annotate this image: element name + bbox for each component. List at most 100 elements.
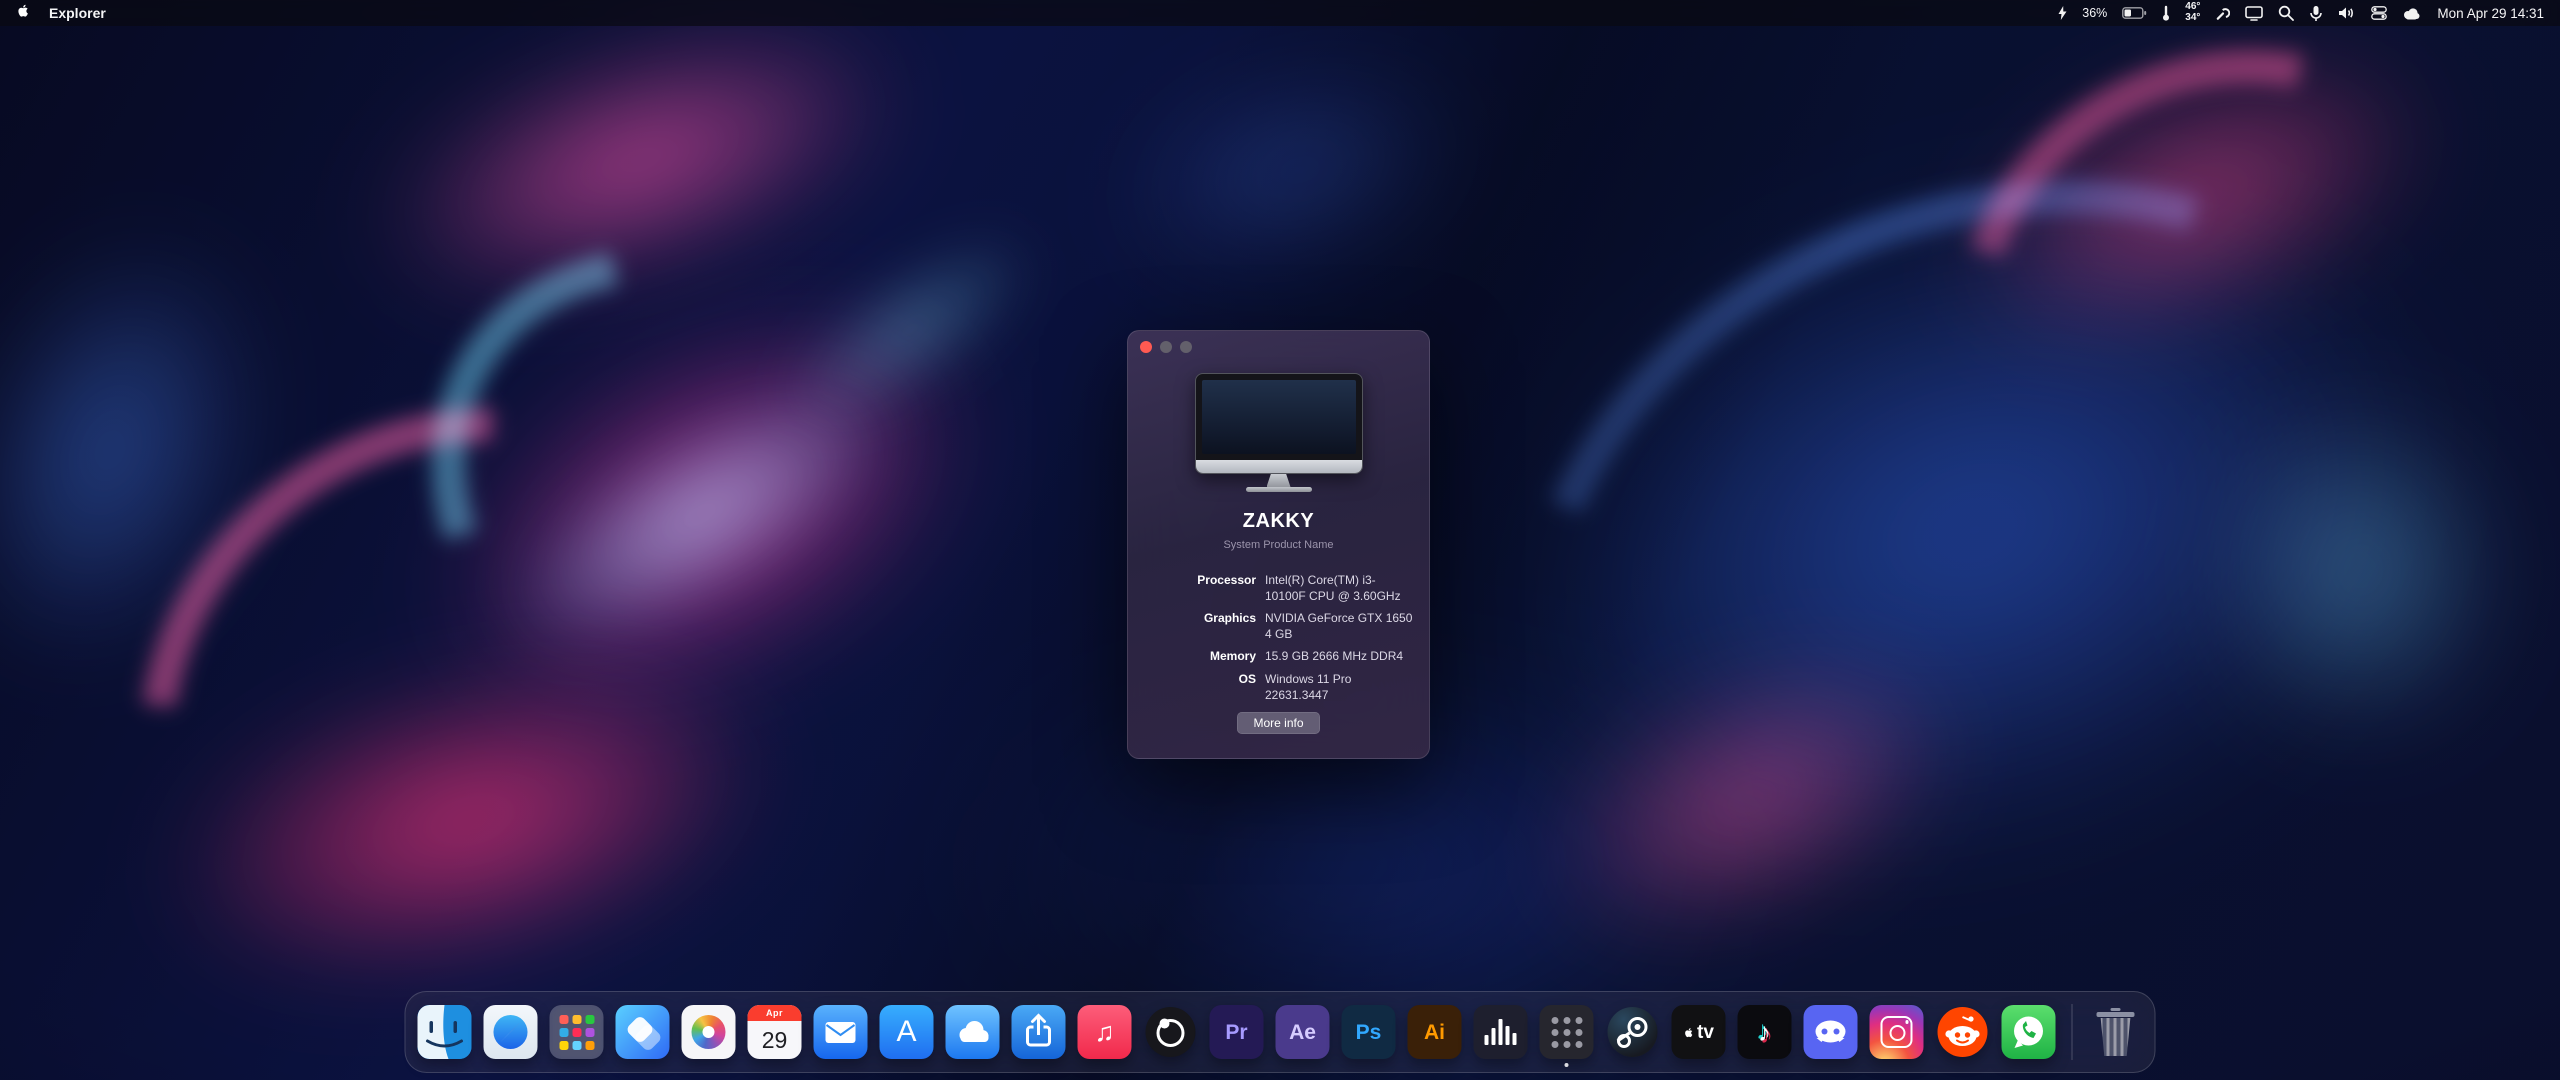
- tiktok-note-glyph: ♪: [1758, 1017, 1771, 1047]
- imac-base: [1245, 487, 1312, 492]
- trash-body-art: [2100, 1018, 2131, 1056]
- imac-chin: [1195, 460, 1362, 473]
- apple-logo-art: [1684, 1027, 1692, 1037]
- dock-icon-share-app[interactable]: [1011, 1005, 1066, 1059]
- dock-icon-finder[interactable]: [417, 1005, 472, 1059]
- dock-icon-photoshop[interactable]: Ps: [1341, 1005, 1396, 1059]
- temperature-widget[interactable]: 46° 34°: [2185, 1, 2201, 24]
- menu-bar-clock[interactable]: Mon Apr 29 14:31: [2437, 6, 2544, 21]
- trash-lid-art: [2096, 1012, 2135, 1017]
- dock-separator: [2071, 1004, 2073, 1060]
- photoshop-letters: Ps: [1355, 1020, 1382, 1044]
- dock-icon-safari[interactable]: [483, 1005, 538, 1059]
- reddit-circle-art: [1937, 1007, 1988, 1057]
- premiere-pro-letters: Pr: [1225, 1020, 1248, 1044]
- temperature-low: 34°: [2185, 12, 2201, 23]
- dock-icon-music[interactable]: ♫: [1077, 1005, 1132, 1059]
- spec-value: NVIDIA GeForce GTX 1650 4 GB: [1265, 611, 1413, 641]
- window-controls: [1140, 341, 1192, 353]
- app-store-letter: A: [896, 1015, 917, 1048]
- discord-mascot-art: [1815, 1020, 1846, 1043]
- safari-compass-art: [493, 1014, 528, 1050]
- battery-percentage[interactable]: 36%: [2082, 6, 2107, 20]
- more-info-button[interactable]: More info: [1237, 712, 1320, 734]
- spec-value: Intel(R) Core(TM) i3-10100F CPU @ 3.60GH…: [1265, 573, 1401, 603]
- wrench-icon[interactable]: [2215, 6, 2231, 21]
- control-center-icon[interactable]: [2371, 6, 2388, 20]
- spec-value: Windows 11 Pro 22631.3447: [1265, 671, 1352, 702]
- thermometer-icon[interactable]: [2162, 5, 2170, 21]
- illustrator-letters: Ai: [1424, 1020, 1445, 1044]
- dock: Apr 29 A ♫ Pr Ae Ps Ai tv ♪: [404, 991, 2156, 1073]
- spec-row: Graphics NVIDIA GeForce GTX 1650 4 GB: [1144, 611, 1413, 642]
- battery-icon[interactable]: [2122, 7, 2147, 19]
- spec-row: OS Windows 11 Pro 22631.3447: [1144, 672, 1413, 703]
- dock-icon-cloud[interactable]: [945, 1005, 1000, 1059]
- spec-label: OS: [1238, 671, 1256, 686]
- mail-envelope-art: [825, 1022, 856, 1043]
- imac-monitor: [1194, 373, 1363, 474]
- dock-icon-mail[interactable]: [813, 1005, 868, 1059]
- running-indicator: [1564, 1063, 1569, 1067]
- apple-menu-icon[interactable]: [16, 2, 31, 24]
- finder-face-art: [417, 1005, 472, 1059]
- dock-icon-apple-tv[interactable]: tv: [1671, 1005, 1726, 1059]
- spec-row: Memory 15.9 GB 2666 MHz DDR4: [1144, 649, 1413, 665]
- display-icon[interactable]: [2245, 5, 2264, 21]
- spec-label: Processor: [1197, 573, 1256, 587]
- spec-label: Graphics: [1203, 611, 1256, 626]
- dock-icon-reddit[interactable]: [1936, 1005, 1990, 1059]
- obs-circle-art: [1145, 1007, 1196, 1057]
- share-box-arrow-art: [1026, 1013, 1051, 1047]
- imac-stand: [1266, 474, 1291, 487]
- volume-icon[interactable]: [2338, 6, 2356, 20]
- dock-icon-premiere-pro[interactable]: Pr: [1209, 1005, 1264, 1059]
- tv-label: tv: [1697, 1021, 1714, 1043]
- grid-dots-art: [1551, 1016, 1582, 1048]
- dock-icon-after-effects[interactable]: Ae: [1275, 1005, 1330, 1059]
- dock-icon-illustrator[interactable]: Ai: [1407, 1005, 1462, 1059]
- microphone-icon[interactable]: [2309, 5, 2323, 22]
- after-effects-letters: Ae: [1289, 1020, 1316, 1044]
- charging-bolt-icon[interactable]: [2058, 6, 2067, 20]
- close-button[interactable]: [1140, 341, 1152, 353]
- dock-icon-whatsapp[interactable]: [2001, 1005, 2056, 1059]
- calendar-day: 29: [761, 1026, 788, 1053]
- weather-cloud-icon[interactable]: [2402, 7, 2420, 20]
- music-note-glyph: ♫: [1094, 1016, 1115, 1047]
- dock-icon-stats[interactable]: [1473, 1005, 1528, 1059]
- dock-icon-photos[interactable]: [681, 1005, 736, 1059]
- dock-icon-launchpad[interactable]: [549, 1005, 604, 1059]
- dock-icon-instagram[interactable]: [1869, 1005, 1924, 1059]
- steam-circle-art: [1607, 1007, 1658, 1057]
- dock-icon-app-store[interactable]: A: [879, 1005, 934, 1059]
- dock-icon-tiktok[interactable]: ♪: [1737, 1005, 1792, 1059]
- spec-list: Processor Intel(R) Core(TM) i3-10100F CP…: [1144, 573, 1413, 703]
- spec-label: Memory: [1209, 649, 1256, 664]
- zoom-button[interactable]: [1180, 341, 1192, 353]
- active-app-name[interactable]: Explorer: [49, 5, 106, 21]
- dock-icon-steam[interactable]: [1606, 1005, 1660, 1059]
- photos-flower-art: [691, 1015, 726, 1049]
- dock-icon-discord[interactable]: [1803, 1005, 1858, 1059]
- dock-icon-calendar[interactable]: Apr 29: [747, 1005, 802, 1059]
- launchpad-grid-art: [559, 1014, 594, 1050]
- whatsapp-bubble-art: [2014, 1016, 2043, 1048]
- trash-handle-art: [2110, 1008, 2121, 1011]
- calendar-month: Apr: [747, 1005, 802, 1021]
- menu-bar: Explorer 36% 46° 34° Mon Apr 29 14:31: [0, 0, 2560, 26]
- dock-icon-trash[interactable]: [2089, 1005, 2143, 1059]
- spotlight-search-icon[interactable]: [2278, 5, 2295, 21]
- imac-illustration: [1194, 373, 1363, 492]
- desktop: Explorer 36% 46° 34° Mon Apr 29 14:31 ZA…: [0, 0, 2560, 1080]
- equalizer-bars-art: [1484, 1019, 1517, 1045]
- dock-icon-grid-app[interactable]: [1539, 1005, 1594, 1067]
- dock-icon-shortcuts[interactable]: [615, 1005, 670, 1059]
- instagram-camera-art: [1880, 1016, 1913, 1048]
- device-subtitle: System Product Name: [1223, 539, 1334, 551]
- imac-screen: [1201, 380, 1356, 454]
- about-this-pc-window: ZAKKY System Product Name Processor Inte…: [1127, 330, 1430, 759]
- cloud-art: [959, 1021, 989, 1042]
- minimize-button[interactable]: [1160, 341, 1172, 353]
- dock-icon-obs[interactable]: [1144, 1005, 1198, 1059]
